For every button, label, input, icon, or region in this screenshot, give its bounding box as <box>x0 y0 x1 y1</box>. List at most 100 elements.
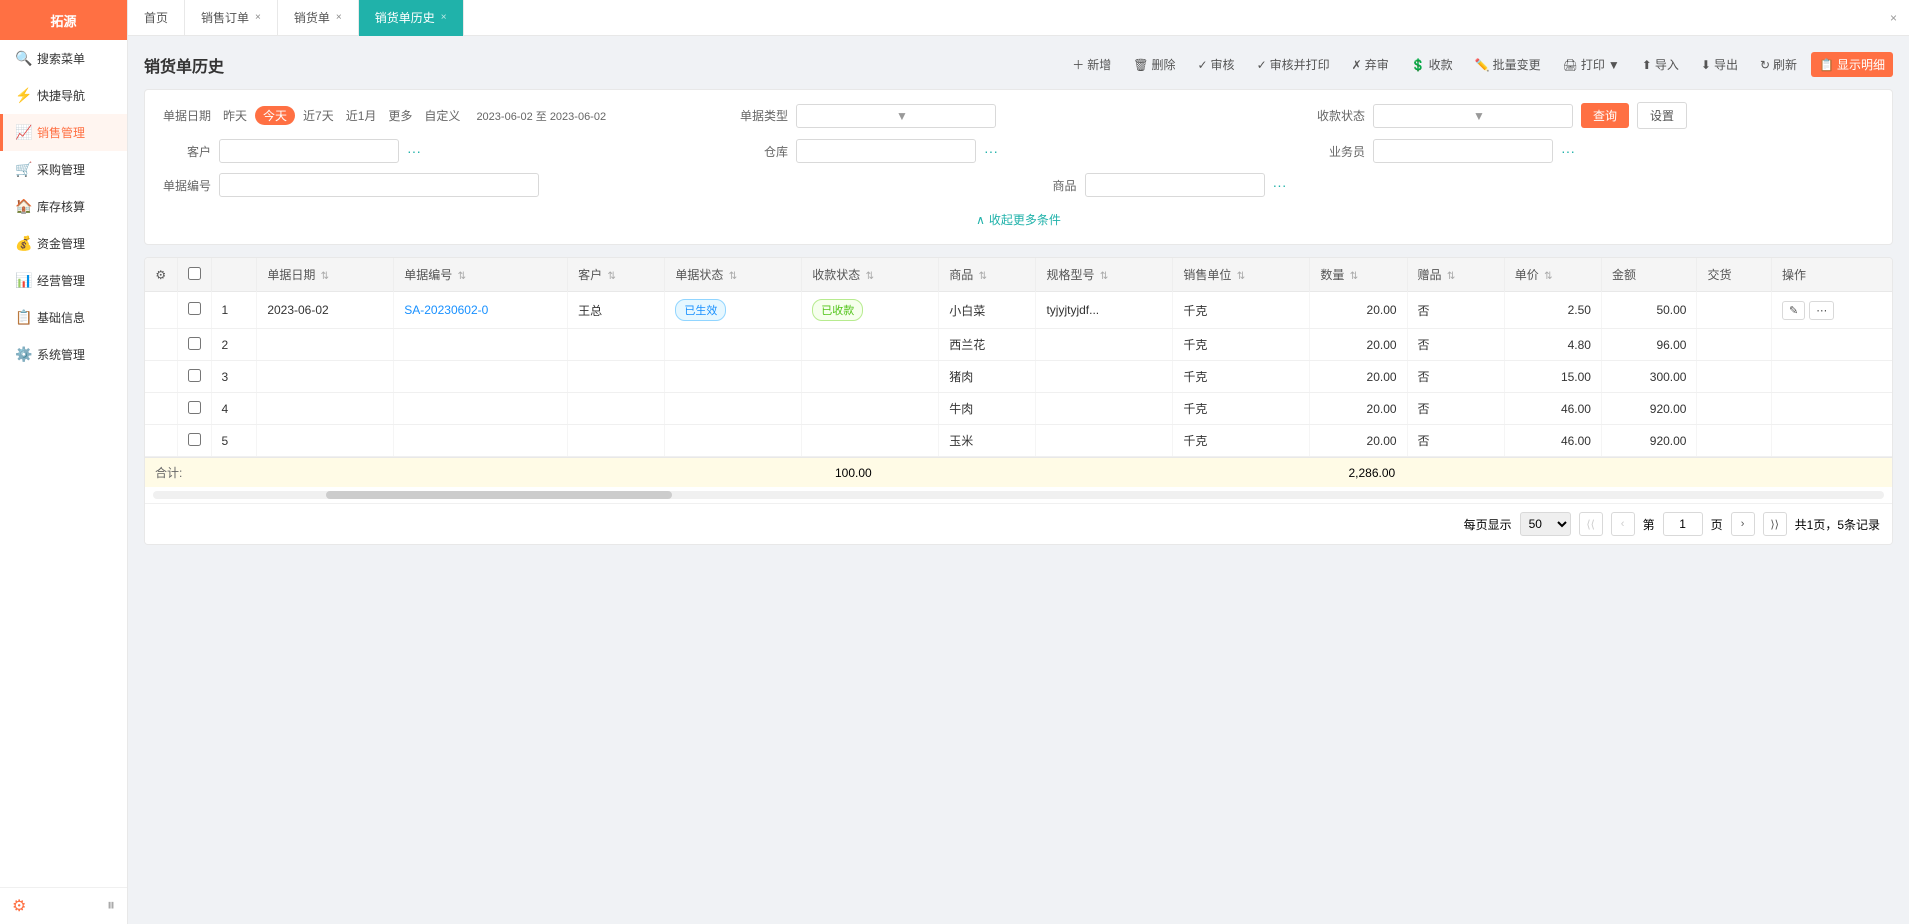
row-check[interactable] <box>177 425 211 457</box>
sort-unit-icon[interactable]: ⇅ <box>1237 271 1245 282</box>
row-spec: tyjyjtyjdf... <box>1036 292 1173 329</box>
date-today[interactable]: 今天 <box>255 106 295 125</box>
customer-ellipsis[interactable]: ··· <box>407 143 421 159</box>
row-checkbox[interactable] <box>188 337 201 350</box>
sort-goods-icon[interactable]: ⇅ <box>979 271 987 282</box>
settings-filter-button[interactable]: 设置 <box>1637 102 1687 129</box>
row-check[interactable] <box>177 292 211 329</box>
refresh-button[interactable]: ↻ 刷新 <box>1752 52 1805 77</box>
sort-customer-icon[interactable]: ⇅ <box>608 271 616 282</box>
row-check[interactable] <box>177 361 211 393</box>
print-button[interactable]: 🖨 打印 ▼ <box>1555 52 1628 77</box>
goods-input[interactable] <box>1085 173 1265 197</box>
select-all-checkbox[interactable] <box>188 267 201 280</box>
date-7days[interactable]: 近7天 <box>299 106 338 125</box>
prev-page-button[interactable]: ‹ <box>1611 512 1635 536</box>
import-button[interactable]: ⬆ 导入 <box>1634 52 1687 77</box>
sort-price-icon[interactable]: ⇅ <box>1544 271 1552 282</box>
first-page-button[interactable]: ⟨⟨ <box>1579 512 1603 536</box>
row-checkbox[interactable] <box>188 302 201 315</box>
th-doc-date[interactable]: 单据日期 ⇅ <box>257 258 394 292</box>
sidebar-item-search-menu[interactable]: 🔍 搜索菜单 <box>0 40 127 77</box>
salesperson-input[interactable] <box>1373 139 1553 163</box>
sidebar-item-quick-nav[interactable]: ⚡ 快捷导航 <box>0 77 127 114</box>
collect-button[interactable]: 💲 收款 <box>1403 52 1461 77</box>
th-price[interactable]: 单价 ⇅ <box>1504 258 1601 292</box>
row-doc-no[interactable]: SA-20230602-0 <box>394 292 568 329</box>
date-yesterday[interactable]: 昨天 <box>219 106 251 125</box>
export-button[interactable]: ⬇ 导出 <box>1693 52 1746 77</box>
sidebar-collapse-icon[interactable]: ⏸ <box>107 897 115 915</box>
sort-doc-date-icon[interactable]: ⇅ <box>321 271 329 282</box>
page-input[interactable] <box>1663 512 1703 536</box>
review-print-button[interactable]: ✓ 审核并打印 <box>1249 52 1338 77</box>
sidebar-item-purchase-mgmt[interactable]: 🛒 采购管理 <box>0 151 127 188</box>
tab-sales-history-close[interactable]: × <box>441 12 447 23</box>
sidebar-item-sales-mgmt[interactable]: 📈 销售管理 <box>0 114 127 151</box>
tab-sales-history[interactable]: 销货单历史 × <box>359 0 464 36</box>
sidebar-item-basic-info[interactable]: 📋 基础信息 <box>0 299 127 336</box>
date-custom[interactable]: 自定义 <box>420 106 464 125</box>
th-qty[interactable]: 数量 ⇅ <box>1310 258 1407 292</box>
th-gift[interactable]: 赠品 ⇅ <box>1407 258 1504 292</box>
review-button[interactable]: ✓ 审核 <box>1189 52 1242 77</box>
tab-sales-order[interactable]: 销售订单 × <box>185 0 278 36</box>
type-select[interactable]: ▼ <box>796 104 996 128</box>
row-check[interactable] <box>177 329 211 361</box>
sort-gift-icon[interactable]: ⇅ <box>1447 271 1455 282</box>
row-checkbox[interactable] <box>188 369 201 382</box>
th-check[interactable] <box>177 258 211 292</box>
sidebar-item-ops-mgmt[interactable]: 📊 经营管理 <box>0 262 127 299</box>
date-more[interactable]: 更多 <box>384 106 416 125</box>
sidebar-item-sys-mgmt[interactable]: ⚙️ 系统管理 <box>0 336 127 373</box>
warehouse-ellipsis[interactable]: ··· <box>984 143 998 159</box>
last-page-button[interactable]: ⟩⟩ <box>1763 512 1787 536</box>
customer-input[interactable] <box>219 139 399 163</box>
abandon-button[interactable]: ✗ 弃审 <box>1344 52 1397 77</box>
date-1month[interactable]: 近1月 <box>342 106 381 125</box>
th-customer[interactable]: 客户 ⇅ <box>568 258 665 292</box>
row-check[interactable] <box>177 393 211 425</box>
collapse-button[interactable]: ∧ 收起更多条件 <box>161 207 1876 232</box>
sidebar-settings-icon[interactable]: ⚙ <box>12 896 26 916</box>
close-all-button[interactable]: × <box>1878 11 1909 25</box>
batch-change-button[interactable]: ✏️ 批量变更 <box>1467 52 1549 77</box>
salesperson-ellipsis[interactable]: ··· <box>1561 143 1575 159</box>
row-checkbox[interactable] <box>188 433 201 446</box>
warehouse-input[interactable] <box>796 139 976 163</box>
docno-input[interactable] <box>219 173 539 197</box>
th-amount[interactable]: 金额 <box>1601 258 1696 292</box>
sort-doc-no-icon[interactable]: ⇅ <box>458 271 466 282</box>
new-button[interactable]: ＋ 新增 <box>1064 52 1119 77</box>
sort-doc-status-icon[interactable]: ⇅ <box>729 271 737 282</box>
th-doc-no[interactable]: 单据编号 ⇅ <box>394 258 568 292</box>
tab-sales-goods-close[interactable]: × <box>336 12 342 23</box>
goods-ellipsis[interactable]: ··· <box>1273 177 1287 193</box>
review-print-icon: ✓ <box>1257 58 1267 72</box>
tab-sales-order-close[interactable]: × <box>255 12 261 23</box>
th-doc-status[interactable]: 单据状态 ⇅ <box>665 258 802 292</box>
doc-no-link[interactable]: SA-20230602-0 <box>404 303 488 317</box>
th-gear[interactable]: ⚙ <box>145 258 177 292</box>
sidebar-item-fund-mgmt[interactable]: 💰 资金管理 <box>0 225 127 262</box>
edit-action-button[interactable]: ✎ <box>1782 301 1805 320</box>
sort-spec-icon[interactable]: ⇅ <box>1100 271 1108 282</box>
tab-sales-goods[interactable]: 销货单 × <box>278 0 359 36</box>
horizontal-scrollbar[interactable] <box>145 487 1892 503</box>
next-page-button[interactable]: › <box>1731 512 1755 536</box>
more-action-button[interactable]: ⋯ <box>1809 301 1834 320</box>
row-checkbox[interactable] <box>188 401 201 414</box>
delete-button[interactable]: 🗑 删除 <box>1125 52 1183 77</box>
sidebar-item-stock-calc[interactable]: 🏠 库存核算 <box>0 188 127 225</box>
query-button[interactable]: 查询 <box>1581 103 1629 128</box>
tab-home[interactable]: 首页 <box>128 0 185 36</box>
sort-qty-icon[interactable]: ⇅ <box>1350 271 1358 282</box>
th-goods[interactable]: 商品 ⇅ <box>939 258 1036 292</box>
show-detail-button[interactable]: 📋 显示明细 <box>1811 52 1893 77</box>
payment-status-select[interactable]: ▼ <box>1373 104 1573 128</box>
per-page-select[interactable]: 50 10 20 100 <box>1520 512 1571 536</box>
sort-payment-status-icon[interactable]: ⇅ <box>866 271 874 282</box>
th-payment-status[interactable]: 收款状态 ⇅ <box>802 258 939 292</box>
th-spec[interactable]: 规格型号 ⇅ <box>1036 258 1173 292</box>
th-unit[interactable]: 销售单位 ⇅ <box>1173 258 1310 292</box>
